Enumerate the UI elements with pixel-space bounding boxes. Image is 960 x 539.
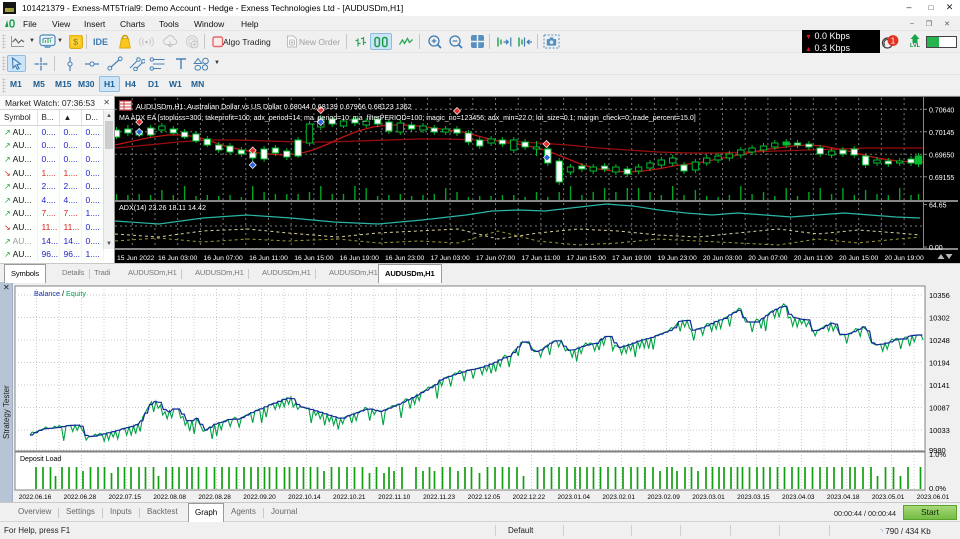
svg-text:2022.07.15: 2022.07.15 (109, 494, 142, 501)
svg-text:2023.04.03: 2023.04.03 (782, 494, 815, 501)
svg-text:16 Jun 11:00: 16 Jun 11:00 (249, 255, 288, 262)
svg-text:2023.05.01: 2023.05.01 (872, 494, 905, 501)
svg-text:0.70640: 0.70640 (929, 107, 954, 114)
svg-text:2022.08.28: 2022.08.28 (198, 494, 231, 501)
svg-text:2022.06.28: 2022.06.28 (64, 494, 97, 501)
svg-text:19 Jun 23:00: 19 Jun 23:00 (657, 255, 697, 262)
svg-text:0.70145: 0.70145 (929, 130, 954, 137)
svg-text:15 Jun 2022: 15 Jun 2022 (117, 255, 155, 262)
svg-text:16 Jun 07:00: 16 Jun 07:00 (203, 255, 243, 262)
svg-text:2023.04.18: 2023.04.18 (827, 494, 860, 501)
svg-text:0.0%: 0.0% (929, 484, 946, 493)
svg-text:2022.09.20: 2022.09.20 (243, 494, 276, 501)
svg-text:10356: 10356 (929, 291, 950, 300)
svg-text:17 Jun 03:00: 17 Jun 03:00 (430, 255, 470, 262)
svg-text:2023.02.09: 2023.02.09 (647, 494, 680, 501)
svg-text:2022.10.14: 2022.10.14 (288, 494, 321, 501)
svg-text:2022.11.10: 2022.11.10 (378, 494, 410, 501)
svg-text:20 Jun 19:00: 20 Jun 19:00 (884, 255, 924, 262)
svg-text:16 Jun 19:00: 16 Jun 19:00 (340, 255, 380, 262)
svg-text:ADX(14) 23.26 18.11 14.42: ADX(14) 23.26 18.11 14.42 (119, 203, 206, 212)
svg-text:AUDUSDm,H1: Australian Dollar: AUDUSDm,H1: Australian Dollar vs US Doll… (136, 102, 412, 111)
svg-text:17 Jun 19:00: 17 Jun 19:00 (612, 255, 652, 262)
svg-text:10194: 10194 (929, 359, 950, 368)
svg-text:16 Jun 23:00: 16 Jun 23:00 (385, 255, 425, 262)
svg-text:Balance / Equity: Balance / Equity (34, 289, 86, 298)
svg-text:20 Jun 03:00: 20 Jun 03:00 (703, 255, 743, 262)
svg-text:1.0%: 1.0% (929, 450, 946, 459)
svg-text:64.65: 64.65 (929, 203, 947, 210)
svg-text:10302: 10302 (929, 314, 950, 323)
svg-text:2022.08.08: 2022.08.08 (153, 494, 186, 501)
svg-text:16 Jun 03:00: 16 Jun 03:00 (158, 255, 198, 262)
svg-text:MA ADX EA [stoploss=300; takep: MA ADX EA [stoploss=300; takeprofit=100;… (119, 115, 696, 122)
svg-text:10141: 10141 (929, 381, 950, 390)
svg-text:2023.03.01: 2023.03.01 (692, 494, 725, 501)
svg-text:Deposit Load: Deposit Load (20, 456, 61, 463)
svg-text:16 Jun 15:00: 16 Jun 15:00 (294, 255, 334, 262)
svg-text:1: 1 (891, 36, 896, 45)
svg-text:2022.12.22: 2022.12.22 (513, 494, 546, 501)
svg-text:20 Jun 15:00: 20 Jun 15:00 (839, 255, 879, 262)
svg-text:2022.12.05: 2022.12.05 (468, 494, 501, 501)
svg-text:0.00: 0.00 (929, 245, 943, 252)
svg-text:10033: 10033 (929, 426, 950, 435)
svg-text:2023.01.04: 2023.01.04 (558, 494, 591, 501)
svg-text:0.69155: 0.69155 (929, 175, 954, 182)
svg-text:10248: 10248 (929, 336, 950, 345)
svg-text:2022.11.23: 2022.11.23 (423, 494, 455, 501)
svg-text:$: $ (73, 37, 79, 48)
svg-text:20 Jun 11:00: 20 Jun 11:00 (794, 255, 833, 262)
svg-text:2023.02.01: 2023.02.01 (602, 494, 635, 501)
svg-text:17 Jun 11:00: 17 Jun 11:00 (521, 255, 560, 262)
svg-text:2023.03.15: 2023.03.15 (737, 494, 770, 501)
svg-text:2022.06.16: 2022.06.16 (19, 494, 52, 501)
svg-text:0.69650: 0.69650 (929, 152, 954, 159)
svg-text:2022.10.21: 2022.10.21 (333, 494, 366, 501)
svg-text:17 Jun 15:00: 17 Jun 15:00 (567, 255, 607, 262)
svg-text:2023.06.01: 2023.06.01 (917, 494, 950, 501)
svg-text:10087: 10087 (929, 404, 950, 413)
svg-text:20 Jun 07:00: 20 Jun 07:00 (748, 255, 788, 262)
svg-text:17 Jun 07:00: 17 Jun 07:00 (476, 255, 516, 262)
